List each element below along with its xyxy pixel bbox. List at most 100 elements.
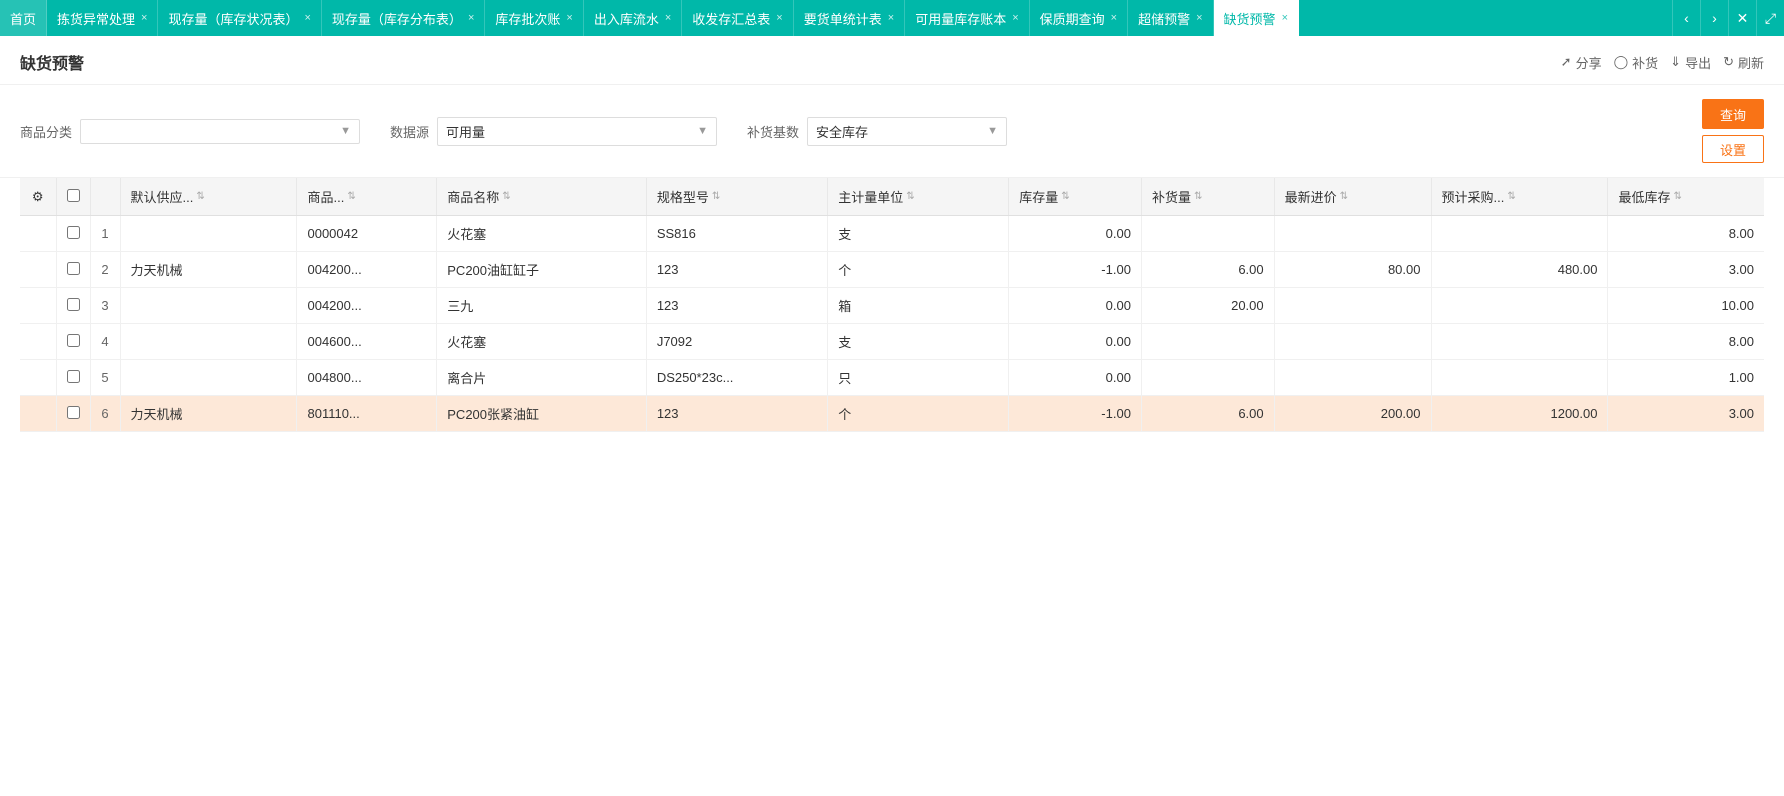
nav-tab-3[interactable]: 现存量（库存分布表） × (322, 0, 485, 36)
th-spec[interactable]: 规格型号 ⇅ (646, 178, 827, 216)
table-row: 4 004600... 火花塞 J7092 支 0.00 8.00 (20, 324, 1764, 360)
row-checkbox-cell[interactable] (56, 360, 90, 396)
row-supplier (120, 288, 297, 324)
row-code: 004600... (297, 324, 437, 360)
nav-tab-1-close[interactable]: × (141, 12, 147, 24)
row-replenish (1141, 324, 1274, 360)
nav-close-button[interactable]: ✕ (1728, 0, 1756, 36)
datasource-filter-group: 数据源 可用量 ▼ (390, 117, 717, 146)
row-checkbox-cell[interactable] (56, 396, 90, 432)
filter-bar: 商品分类 ▼ 数据源 可用量 ▼ 补货基数 安全库存 ▼ 查询 设置 (0, 85, 1784, 178)
th-latest-price-label: 最新进价 (1285, 187, 1337, 206)
nav-tab-6-close[interactable]: × (776, 12, 782, 24)
nav-tab-10-close[interactable]: × (1196, 12, 1202, 24)
th-latest-price[interactable]: 最新进价 ⇅ (1274, 178, 1431, 216)
row-est-purchase: 1200.00 (1431, 396, 1608, 432)
nav-prev-button[interactable]: ‹ (1672, 0, 1700, 36)
row-gear-cell (20, 360, 56, 396)
nav-tab-7[interactable]: 要货单统计表 × (794, 0, 905, 36)
datasource-dropdown-icon: ▼ (697, 125, 708, 137)
replenish-icon: ◯ (1614, 54, 1629, 70)
nav-tab-7-close[interactable]: × (888, 12, 894, 24)
select-all-checkbox[interactable] (67, 189, 80, 202)
row-gear-cell (20, 396, 56, 432)
replenish-base-select[interactable]: 安全库存 ▼ (807, 117, 1007, 146)
share-button[interactable]: ➚ 分享 (1561, 53, 1602, 72)
nav-controls: ‹ › ✕ ⤢ (1672, 0, 1784, 36)
refresh-button[interactable]: ↻ 刷新 (1723, 53, 1764, 72)
nav-tab-8-close[interactable]: × (1012, 12, 1018, 24)
nav-tab-9-close[interactable]: × (1111, 12, 1117, 24)
row-latest-price (1274, 288, 1431, 324)
row-checkbox[interactable] (67, 298, 80, 311)
nav-tab-5[interactable]: 出入库流水 × (584, 0, 682, 36)
row-stock: 0.00 (1009, 288, 1142, 324)
nav-tab-11[interactable]: 缺货预警 × (1214, 0, 1299, 36)
th-supplier-label: 默认供应... (131, 187, 194, 206)
th-replenish[interactable]: 补货量 ⇅ (1141, 178, 1274, 216)
nav-tab-3-close[interactable]: × (468, 12, 474, 24)
nav-tab-home[interactable]: 首页 (0, 0, 47, 36)
settings-button[interactable]: 设置 (1702, 135, 1764, 163)
row-checkbox[interactable] (67, 370, 80, 383)
row-checkbox-cell[interactable] (56, 216, 90, 252)
nav-tab-2[interactable]: 现存量（库存状况表） × (158, 0, 321, 36)
th-name[interactable]: 商品名称 ⇅ (437, 178, 647, 216)
nav-tab-5-close[interactable]: × (665, 12, 671, 24)
export-button[interactable]: ⇓ 导出 (1670, 53, 1711, 72)
nav-tab-4-label: 库存批次账 (495, 9, 560, 28)
query-button[interactable]: 查询 (1702, 99, 1764, 129)
nav-tab-11-close[interactable]: × (1282, 12, 1288, 24)
row-est-purchase (1431, 288, 1608, 324)
header-actions: ➚ 分享 ◯ 补货 ⇓ 导出 ↻ 刷新 (1561, 53, 1764, 72)
replenish-button[interactable]: ◯ 补货 (1614, 53, 1659, 72)
row-index: 1 (90, 216, 120, 252)
row-checkbox[interactable] (67, 262, 80, 275)
th-gear[interactable]: ⚙ (20, 178, 56, 216)
row-code: 801110... (297, 396, 437, 432)
th-checkbox[interactable] (56, 178, 90, 216)
datasource-select[interactable]: 可用量 ▼ (437, 117, 717, 146)
nav-tab-6[interactable]: 收发存汇总表 × (682, 0, 793, 36)
category-select[interactable]: ▼ (80, 119, 360, 144)
nav-tab-2-close[interactable]: × (304, 12, 310, 24)
row-code: 004200... (297, 252, 437, 288)
th-stock[interactable]: 库存量 ⇅ (1009, 178, 1142, 216)
row-name: 火花塞 (437, 216, 647, 252)
row-gear-cell (20, 288, 56, 324)
nav-tab-8-label: 可用量库存账本 (915, 9, 1006, 28)
replenish-base-filter-label: 补货基数 (747, 122, 799, 141)
table-body: 1 0000042 火花塞 SS816 支 0.00 8.00 2 力天机械 0… (20, 216, 1764, 432)
row-checkbox-cell[interactable] (56, 324, 90, 360)
nav-tab-1[interactable]: 拣货异常处理 × (47, 0, 158, 36)
nav-next-button[interactable]: › (1700, 0, 1728, 36)
th-stock-label: 库存量 (1019, 187, 1058, 206)
th-min-stock[interactable]: 最低库存 ⇅ (1608, 178, 1764, 216)
nav-tab-10[interactable]: 超储预警 × (1128, 0, 1213, 36)
export-icon: ⇓ (1670, 54, 1681, 70)
nav-tab-4-close[interactable]: × (566, 12, 572, 24)
main-content: 缺货预警 ➚ 分享 ◯ 补货 ⇓ 导出 ↻ 刷新 商品分类 (0, 36, 1784, 796)
row-est-purchase (1431, 360, 1608, 396)
nav-tab-4[interactable]: 库存批次账 × (485, 0, 583, 36)
table-row: 1 0000042 火花塞 SS816 支 0.00 8.00 (20, 216, 1764, 252)
th-code[interactable]: 商品... ⇅ (297, 178, 437, 216)
row-checkbox-cell[interactable] (56, 252, 90, 288)
th-unit[interactable]: 主计量单位 ⇅ (828, 178, 1009, 216)
nav-tab-8[interactable]: 可用量库存账本 × (905, 0, 1029, 36)
th-est-purchase[interactable]: 预计采购... ⇅ (1431, 178, 1608, 216)
th-replenish-sort-icon: ⇅ (1194, 191, 1202, 202)
row-code: 0000042 (297, 216, 437, 252)
replenish-label: 补货 (1632, 53, 1658, 72)
nav-maximize-button[interactable]: ⤢ (1756, 0, 1784, 36)
nav-tab-9[interactable]: 保质期查询 × (1030, 0, 1128, 36)
th-supplier[interactable]: 默认供应... ⇅ (120, 178, 297, 216)
row-gear-cell (20, 252, 56, 288)
row-checkbox[interactable] (67, 406, 80, 419)
row-checkbox[interactable] (67, 334, 80, 347)
row-stock: 0.00 (1009, 360, 1142, 396)
row-checkbox[interactable] (67, 226, 80, 239)
row-checkbox-cell[interactable] (56, 288, 90, 324)
nav-tab-6-label: 收发存汇总表 (692, 9, 770, 28)
th-unit-sort-icon: ⇅ (906, 191, 914, 202)
